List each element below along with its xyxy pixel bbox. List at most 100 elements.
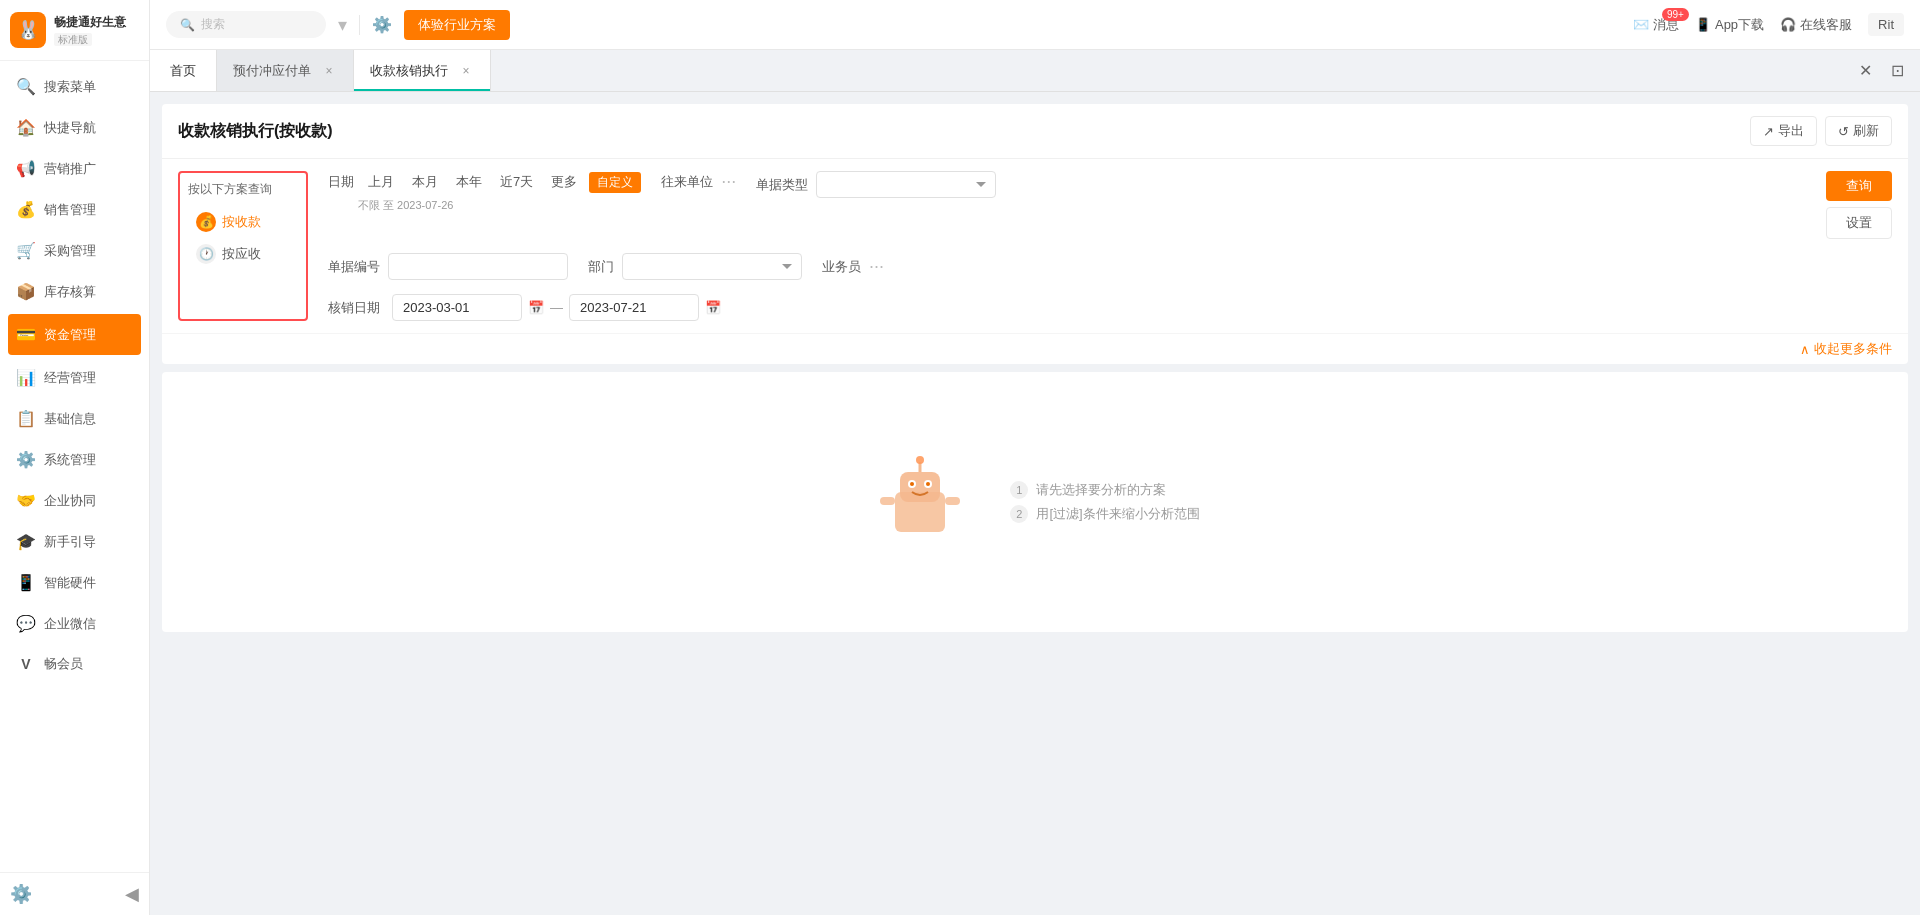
- app-logo-text: 畅捷通好生意 标准版: [54, 14, 126, 47]
- sidebar-item-label: 经营管理: [44, 369, 96, 387]
- topbar-gear-icon[interactable]: ⚙️: [372, 15, 392, 34]
- empty-step-2: 2 用[过滤]条件来缩小分析范围: [1010, 505, 1199, 523]
- sidebar-item-label: 系统管理: [44, 451, 96, 469]
- tab-close-all-button[interactable]: ✕: [1852, 58, 1878, 84]
- phone-icon: 📱: [16, 573, 36, 592]
- bill-type-label: 单据类型: [756, 176, 808, 194]
- date-separator: —: [550, 300, 563, 315]
- sidebar-item-basic[interactable]: 📋 基础信息: [0, 398, 149, 439]
- step-1-text: 请先选择要分析的方案: [1036, 481, 1166, 499]
- sidebar-item-marketing[interactable]: 📢 营销推广: [0, 148, 149, 189]
- verify-date-end[interactable]: [569, 294, 699, 321]
- tab-prepay-close[interactable]: ×: [321, 63, 337, 79]
- service-icon: 🎧: [1780, 17, 1796, 32]
- sidebar-item-hardware[interactable]: 📱 智能硬件: [0, 562, 149, 603]
- online-service-label: 在线客服: [1800, 16, 1852, 34]
- money-icon: 💰: [16, 200, 36, 219]
- bill-no-input[interactable]: [388, 253, 568, 280]
- user-menu[interactable]: Rit: [1868, 13, 1904, 36]
- filter-bill-type: 单据类型: [756, 171, 996, 198]
- cart-icon: 🛒: [16, 241, 36, 260]
- robot-svg: [870, 452, 970, 552]
- this-month-btn[interactable]: 本月: [406, 171, 444, 193]
- export-button[interactable]: ↗ 导出: [1750, 116, 1817, 146]
- filter-date-group: 日期 上月 本月 本年 近7天 更多 自定义: [328, 171, 641, 213]
- notifications-button[interactable]: ✉️ 消息 99+: [1633, 16, 1679, 34]
- sidebar-item-label: 采购管理: [44, 242, 96, 260]
- app-name: 畅捷通好生意: [54, 14, 126, 31]
- sidebar-item-finance[interactable]: 💳 资金管理: [8, 314, 141, 355]
- sidebar-item-system[interactable]: ⚙️ 系统管理: [0, 439, 149, 480]
- settings-bottom-icon[interactable]: ⚙️: [10, 883, 32, 905]
- sidebar-item-guide[interactable]: 🎓 新手引导: [0, 521, 149, 562]
- calendar-start-icon[interactable]: 📅: [528, 300, 544, 315]
- verify-date-start[interactable]: [392, 294, 522, 321]
- sidebar-item-operation[interactable]: 📊 经营管理: [0, 357, 149, 398]
- filter-option-by-receivable[interactable]: 🕐 按应收: [188, 238, 298, 270]
- tab-home[interactable]: 首页: [150, 50, 217, 91]
- filter-date-row: 日期 上月 本月 本年 近7天 更多 自定义: [328, 171, 641, 193]
- filter-bill-no: 单据编号: [328, 253, 568, 280]
- sidebar-item-label: 快捷导航: [44, 119, 96, 137]
- sidebar-logo: 🐰 畅捷通好生意 标准版: [0, 0, 149, 61]
- this-year-btn[interactable]: 本年: [450, 171, 488, 193]
- collapse-more-conditions[interactable]: ∧ 收起更多条件: [162, 333, 1908, 364]
- app-version: 标准版: [54, 33, 92, 46]
- refresh-button[interactable]: ↺ 刷新: [1825, 116, 1892, 146]
- tab-collect[interactable]: 收款核销执行 ×: [354, 50, 491, 91]
- sidebar-item-label: 基础信息: [44, 410, 96, 428]
- sidebar-item-label: 智能硬件: [44, 574, 96, 592]
- 7days-btn[interactable]: 近7天: [494, 171, 539, 193]
- export-label: 导出: [1778, 122, 1804, 140]
- query-button[interactable]: 查询: [1826, 171, 1892, 201]
- app-download-button[interactable]: 📱 App下载: [1695, 16, 1764, 34]
- gear-icon: ⚙️: [16, 450, 36, 469]
- mobile-icon: 📱: [1695, 17, 1711, 32]
- custom-btn[interactable]: 自定义: [589, 172, 641, 193]
- bill-type-select[interactable]: [816, 171, 996, 198]
- verify-date-label: 核销日期: [328, 299, 380, 317]
- sidebar-menu: 🔍 搜索菜单 🏠 快捷导航 📢 营销推广 💰 销售管理 🛒 采购管理 📦 库存核…: [0, 61, 149, 872]
- refresh-label: 刷新: [1853, 122, 1879, 140]
- sidebar-item-label: 企业微信: [44, 615, 96, 633]
- sidebar-item-sales[interactable]: 💰 销售管理: [0, 189, 149, 230]
- message-icon: ✉️: [1633, 17, 1649, 32]
- sidebar-item-enterprise[interactable]: 🤝 企业协同: [0, 480, 149, 521]
- collapse-sidebar-icon[interactable]: ◀: [125, 883, 139, 905]
- more-btn[interactable]: 更多: [545, 171, 583, 193]
- filter-option-by-receipt[interactable]: 💰 按收款: [188, 206, 298, 238]
- department-select[interactable]: [622, 253, 802, 280]
- search-icon: 🔍: [16, 77, 36, 96]
- topbar-right: ✉️ 消息 99+ 📱 App下载 🎧 在线客服 Rit: [1633, 13, 1904, 36]
- sidebar-item-search[interactable]: 🔍 搜索菜单: [0, 66, 149, 107]
- calendar-end-icon[interactable]: 📅: [705, 300, 721, 315]
- filter-row-3: 核销日期 📅 — 📅: [328, 294, 1892, 321]
- filter-salesperson: 业务员 ···: [822, 256, 884, 277]
- sidebar-item-purchase[interactable]: 🛒 采购管理: [0, 230, 149, 271]
- tab-collect-close[interactable]: ×: [458, 63, 474, 79]
- box-icon: 📦: [16, 282, 36, 301]
- settings-button[interactable]: 设置: [1826, 207, 1892, 239]
- date-shortcuts: 上月 本月 本年 近7天 更多 自定义: [362, 171, 641, 193]
- tab-expand-button[interactable]: ⊡: [1884, 58, 1910, 84]
- sales-dots[interactable]: ···: [869, 256, 884, 277]
- empty-state: 1 请先选择要分析的方案 2 用[过滤]条件来缩小分析范围: [162, 372, 1908, 632]
- counterpart-dots[interactable]: ···: [721, 171, 736, 192]
- sidebar-item-quick-nav[interactable]: 🏠 快捷导航: [0, 107, 149, 148]
- empty-steps: 1 请先选择要分析的方案 2 用[过滤]条件来缩小分析范围: [1010, 481, 1199, 523]
- sidebar-item-label: 企业协同: [44, 492, 96, 510]
- online-service-button[interactable]: 🎧 在线客服: [1780, 16, 1852, 34]
- solution-button[interactable]: 体验行业方案: [404, 10, 510, 40]
- sidebar-item-inventory[interactable]: 📦 库存核算: [0, 271, 149, 312]
- tab-prepay[interactable]: 预付冲应付单 ×: [217, 50, 354, 91]
- topbar-search[interactable]: 🔍 搜索: [166, 11, 326, 38]
- prev-month-btn[interactable]: 上月: [362, 171, 400, 193]
- page-header: 收款核销执行(按收款) ↗ 导出 ↺ 刷新: [162, 104, 1908, 159]
- sidebar-item-member[interactable]: V 畅会员: [0, 644, 149, 684]
- home-icon: 🏠: [16, 118, 36, 137]
- step-2-text: 用[过滤]条件来缩小分析范围: [1036, 505, 1199, 523]
- date-sub-text: 不限 至 2023-07-26: [358, 199, 453, 211]
- sidebar-item-wechat[interactable]: 💬 企业微信: [0, 603, 149, 644]
- step-2-number: 2: [1010, 505, 1028, 523]
- topbar-dropdown-icon[interactable]: ▾: [338, 14, 347, 36]
